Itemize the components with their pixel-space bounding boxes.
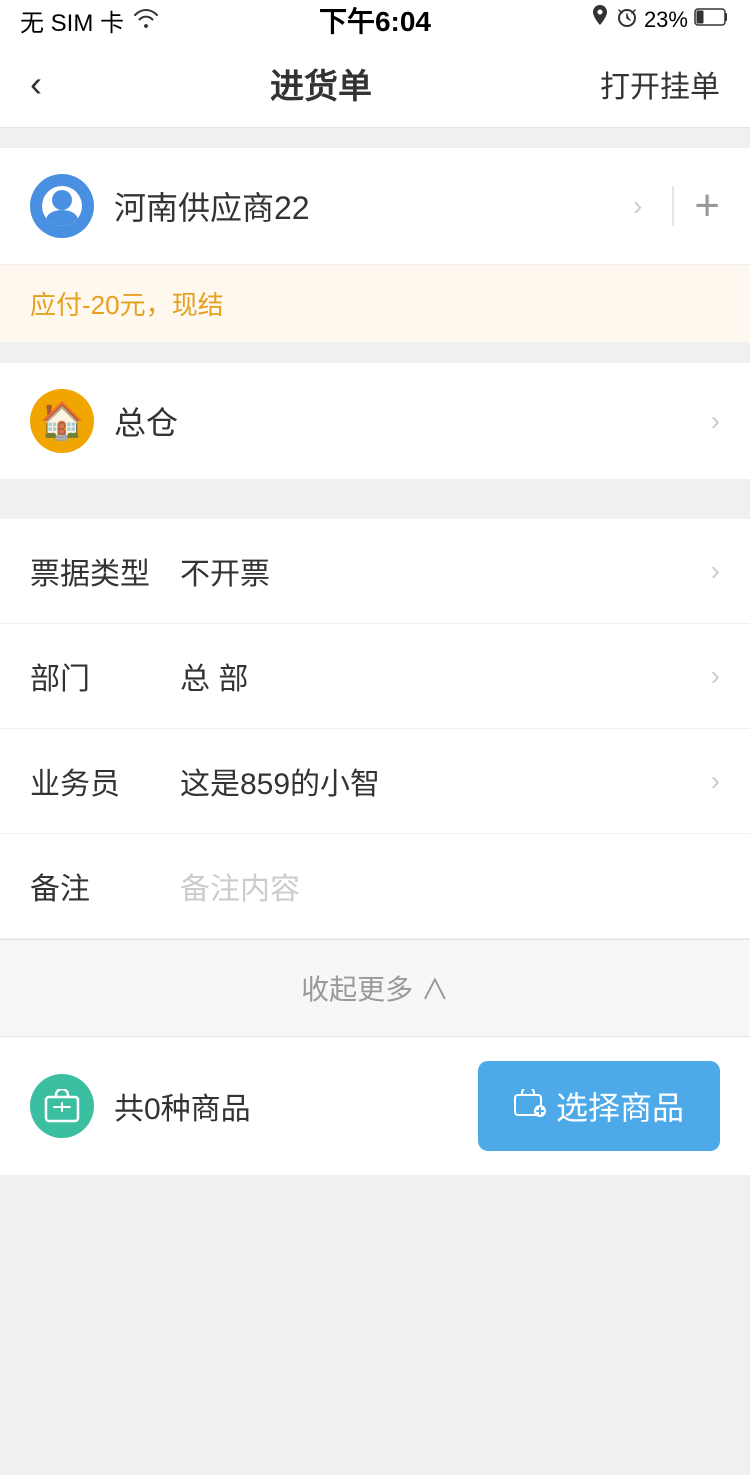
select-product-icon: [514, 1088, 546, 1125]
wifi-icon: [132, 6, 160, 35]
supplier-section: 河南供应商22 › + 应付-20元，现结: [0, 148, 750, 343]
warehouse-row[interactable]: 🏠 总仓 ›: [0, 363, 750, 479]
remarks-input[interactable]: 备注内容: [150, 864, 720, 908]
open-pending-button[interactable]: 打开挂单: [600, 62, 720, 106]
supplier-row[interactable]: 河南供应商22 › +: [0, 148, 750, 265]
department-value: 总 部: [150, 654, 711, 698]
avatar-image: [42, 186, 82, 226]
page-background: [0, 1175, 750, 1475]
salesperson-value: 这是859的小智: [150, 759, 711, 803]
department-row[interactable]: 部门 总 部 ›: [0, 624, 750, 729]
select-product-label: 选择商品: [556, 1083, 684, 1129]
status-bar: 无 SIM 卡 下午6:04 23%: [0, 0, 750, 40]
status-left: 无 SIM 卡: [20, 3, 160, 38]
remarks-row[interactable]: 备注 备注内容: [0, 834, 750, 939]
warehouse-chevron-icon: ›: [711, 405, 720, 437]
nav-bar: ‹ 进货单 打开挂单: [0, 40, 750, 128]
collapse-row[interactable]: 收起更多 ∧: [0, 939, 750, 1036]
divider: [672, 186, 674, 226]
status-time: 下午6:04: [319, 0, 431, 40]
collapse-label: 收起更多 ∧: [301, 974, 449, 1005]
department-label: 部门: [30, 654, 150, 698]
bottom-bar: 共0种商品 选择商品: [0, 1036, 750, 1175]
notice-banner: 应付-20元，现结: [0, 265, 750, 343]
battery-icon: [694, 7, 730, 33]
salesperson-row[interactable]: 业务员 这是859的小智 ›: [0, 729, 750, 834]
salesperson-chevron-icon: ›: [711, 765, 720, 797]
department-chevron-icon: ›: [711, 660, 720, 692]
separator-1: [0, 128, 750, 148]
supplier-chevron-icon: ›: [633, 190, 642, 222]
remarks-label: 备注: [30, 864, 150, 908]
back-button[interactable]: ‹: [30, 63, 42, 105]
location-icon: [590, 5, 610, 35]
battery-percentage: 23%: [644, 7, 688, 33]
page-title: 进货单: [270, 59, 372, 108]
salesperson-label: 业务员: [30, 759, 150, 803]
no-sim-text: 无 SIM 卡: [20, 3, 124, 38]
warehouse-icon: 🏠: [30, 389, 94, 453]
supplier-name: 河南供应商22: [114, 183, 633, 229]
separator-2: [0, 343, 750, 363]
notice-text: 应付-20元，现结: [30, 290, 224, 320]
invoice-label: 票据类型: [30, 549, 150, 593]
warehouse-section: 🏠 总仓 ›: [0, 363, 750, 479]
invoice-type-row[interactable]: 票据类型 不开票 ›: [0, 519, 750, 624]
status-right: 23%: [590, 5, 730, 35]
supplier-avatar: [30, 174, 94, 238]
form-section: 票据类型 不开票 › 部门 总 部 › 业务员 这是859的小智 › 备注 备注…: [0, 519, 750, 939]
add-supplier-button[interactable]: +: [694, 184, 720, 228]
invoice-value: 不开票: [150, 549, 711, 593]
separator-3: [0, 479, 750, 499]
product-icon: [30, 1074, 94, 1138]
alarm-icon: [616, 6, 638, 34]
product-count: 共0种商品: [114, 1084, 478, 1128]
select-product-button[interactable]: 选择商品: [478, 1061, 720, 1151]
invoice-chevron-icon: ›: [711, 555, 720, 587]
warehouse-name: 总仓: [114, 398, 711, 444]
